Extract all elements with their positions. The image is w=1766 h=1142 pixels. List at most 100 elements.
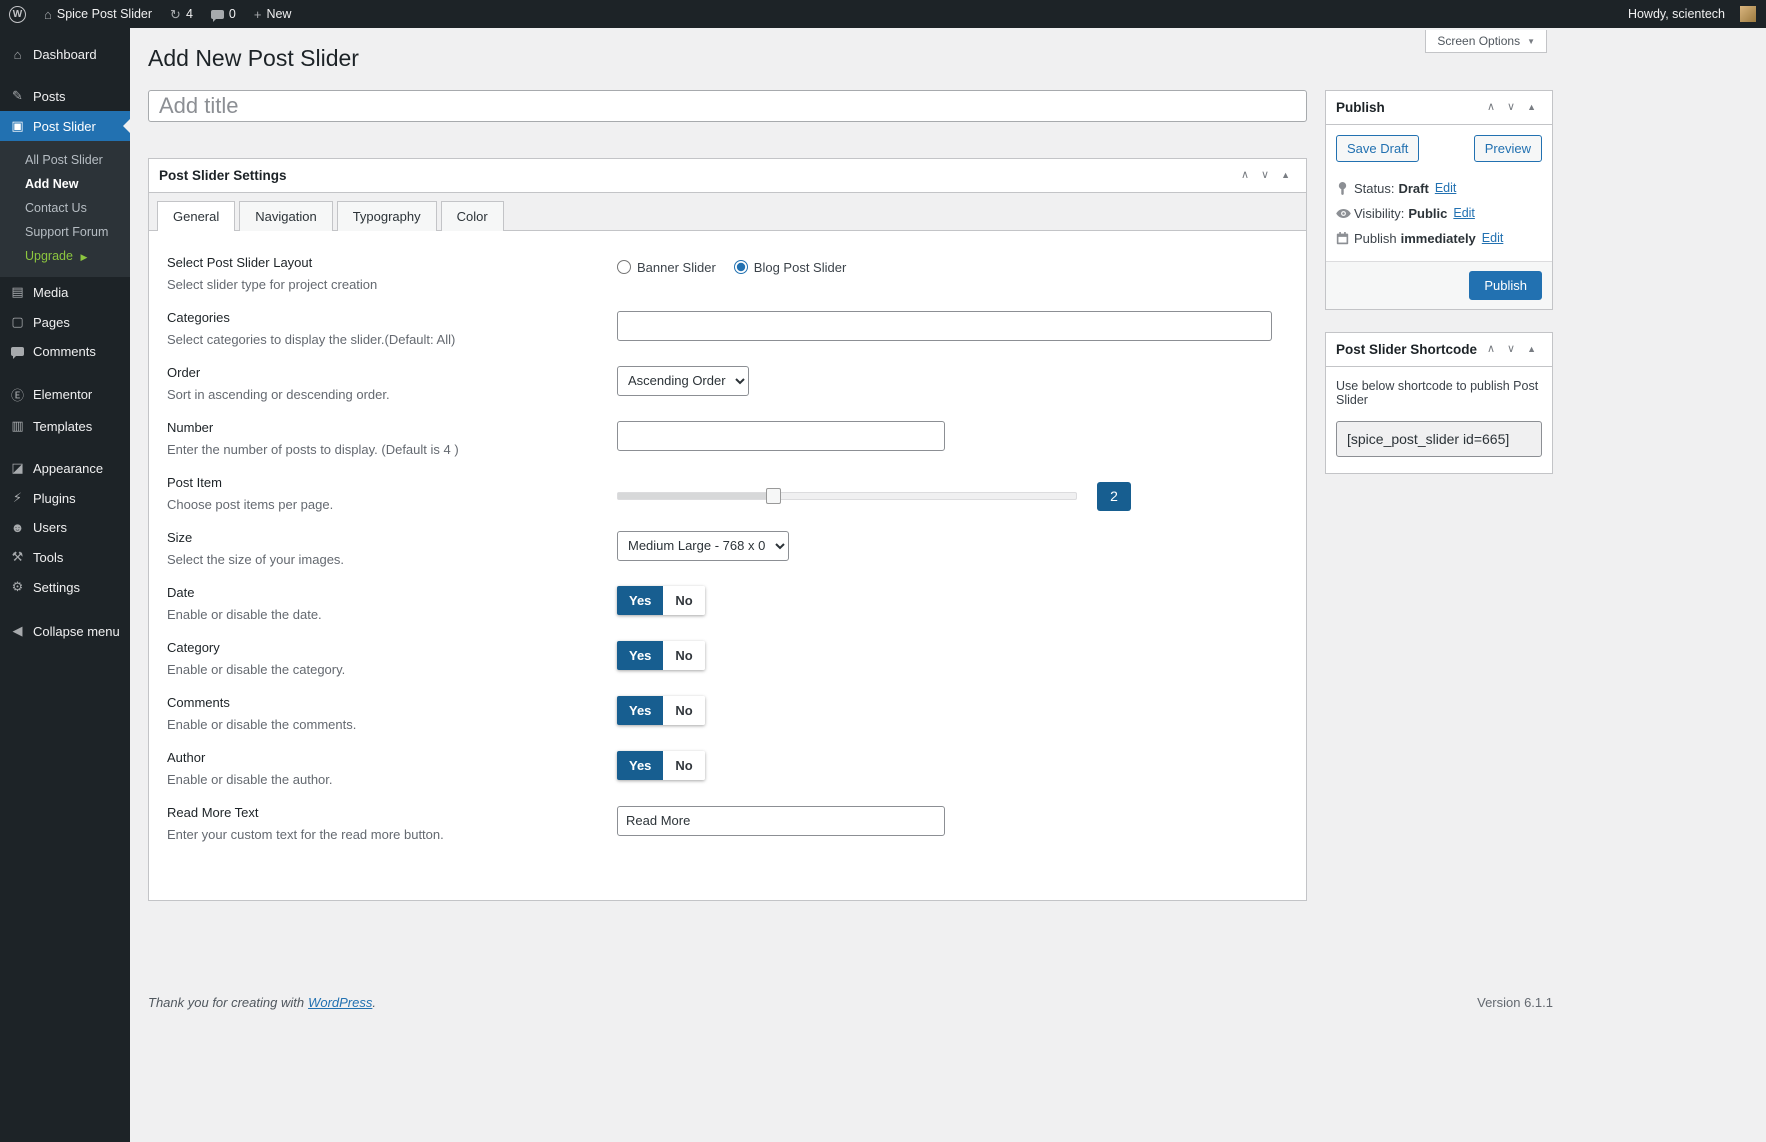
form-row-size: Size Select the size of your images. Med… [167,530,1288,567]
comments-menu[interactable]: 0 [202,0,245,28]
wordpress-logo-menu[interactable]: W [0,0,35,28]
sidebar-item-media[interactable]: ▤ Media [0,277,130,307]
date-yes-button[interactable]: Yes [617,586,663,615]
move-up-icon[interactable]: ∧ [1481,102,1501,113]
chevron-down-icon: ▼ [1527,37,1535,46]
sidebar-item-appearance[interactable]: ◪ Appearance [0,453,130,483]
banner-slider-radio[interactable]: Banner Slider [617,260,716,275]
post-item-description: Choose post items per page. [167,497,333,512]
wordpress-link[interactable]: WordPress [308,995,372,1010]
user-avatar[interactable] [1740,6,1756,22]
sidebar-item-comments[interactable]: Comments [0,337,130,366]
form-row-date: Date Enable or disable the date. Yes No [167,585,1288,622]
sidebar-item-post-slider[interactable]: ▣ Post Slider [0,111,130,141]
comments-no-button[interactable]: No [663,696,704,725]
screen-options-label: Screen Options [1437,34,1520,48]
form-row-categories: Categories Select categories to display … [167,310,1288,347]
sidebar-item-templates[interactable]: ▥ Templates [0,411,130,441]
sidebar-label-settings: Settings [33,580,80,595]
sidebar-item-users[interactable]: ☻ Users [0,513,130,542]
preview-button[interactable]: Preview [1474,135,1542,162]
order-label: Order [167,365,593,380]
edit-status-link[interactable]: Edit [1435,181,1457,195]
comments-yes-button[interactable]: Yes [617,696,663,725]
categories-label: Categories [167,310,593,325]
author-no-button[interactable]: No [663,751,704,780]
shortcode-input[interactable] [1336,421,1542,457]
screen-options-button[interactable]: Screen Options ▼ [1425,30,1547,53]
categories-input[interactable] [617,311,1272,341]
sidebar-item-pages[interactable]: ▢ Pages [0,307,130,337]
new-label: New [266,7,291,21]
move-down-icon[interactable]: ∨ [1255,170,1275,181]
author-yes-button[interactable]: Yes [617,751,663,780]
date-toggle: Yes No [617,586,705,615]
shortcode-box: Post Slider Shortcode ∧ ∨ ▲ Use below sh… [1325,332,1553,474]
slider-track[interactable] [617,492,1077,500]
submenu-all-post-slider[interactable]: All Post Slider [0,148,130,172]
new-content-menu[interactable]: + New [245,0,301,28]
submenu-contact-us[interactable]: Contact Us [0,196,130,220]
blog-post-slider-radio[interactable]: Blog Post Slider [734,260,847,275]
sidebar-item-settings[interactable]: ⚙ Settings [0,572,130,602]
updates-menu[interactable]: ↻ 4 [161,0,202,28]
size-select[interactable]: Medium Large - 768 x 0 [617,531,789,561]
size-label: Size [167,530,593,545]
toggle-panel-icon[interactable]: ▲ [1521,345,1542,354]
sidebar-item-tools[interactable]: ⚒ Tools [0,542,130,572]
toggle-panel-icon[interactable]: ▲ [1521,103,1542,112]
post-item-label: Post Item [167,475,593,490]
move-up-icon[interactable]: ∧ [1235,170,1255,181]
layout-description: Select slider type for project creation [167,277,377,292]
site-name: Spice Post Slider [57,7,152,21]
sidebar-item-elementor[interactable]: Ⓔ Elementor [0,378,130,411]
status-row: Status: Draft Edit [1336,176,1542,201]
number-input[interactable] [617,421,945,451]
order-select[interactable]: Ascending Order [617,366,749,396]
sidebar-item-dashboard[interactable]: ⌂ Dashboard [0,40,130,69]
sidebar-item-plugins[interactable]: ⚡ Plugins [0,483,130,513]
edit-visibility-link[interactable]: Edit [1453,206,1475,220]
category-yes-button[interactable]: Yes [617,641,663,670]
banner-slider-radio-input[interactable] [617,260,631,274]
howdy-menu[interactable]: Howdy, scientech [1619,0,1734,28]
submenu-support-forum[interactable]: Support Forum [0,220,130,244]
site-name-menu[interactable]: ⌂ Spice Post Slider [35,0,161,28]
blog-post-slider-radio-input[interactable] [734,260,748,274]
home-icon: ⌂ [44,8,52,21]
submenu-add-new[interactable]: Add New [0,172,130,196]
submenu-upgrade[interactable]: Upgrade ▶ [0,244,130,268]
upgrade-label: Upgrade [25,249,73,263]
sidebar-label-comments: Comments [33,344,96,359]
shortcode-instruction: Use below shortcode to publish Post Slid… [1336,379,1542,407]
move-up-icon[interactable]: ∧ [1481,344,1501,355]
slider-fill [618,493,774,499]
save-draft-button[interactable]: Save Draft [1336,135,1419,162]
collapse-icon: ◀ [9,623,26,639]
schedule-label: Publish [1354,231,1397,246]
dashboard-icon: ⌂ [9,47,26,62]
footer-version: Version 6.1.1 [1477,995,1553,1010]
form-row-comments: Comments Enable or disable the comments.… [167,695,1288,732]
sidebar-label-elementor: Elementor [33,387,92,402]
collapse-menu-button[interactable]: ◀ Collapse menu [0,616,130,646]
date-no-button[interactable]: No [663,586,704,615]
toggle-panel-icon[interactable]: ▲ [1275,171,1296,180]
sidebar-item-posts[interactable]: ✎ Posts [0,81,130,111]
move-down-icon[interactable]: ∨ [1501,102,1521,113]
visibility-row: Visibility: Public Edit [1336,201,1542,226]
tab-color[interactable]: Color [441,201,504,231]
tab-navigation[interactable]: Navigation [239,201,332,231]
move-down-icon[interactable]: ∨ [1501,344,1521,355]
post-title-input[interactable] [148,90,1307,122]
slider-handle[interactable] [766,488,781,504]
post-item-slider: 2 [617,476,1288,511]
edit-schedule-link[interactable]: Edit [1482,231,1504,245]
read-more-label: Read More Text [167,805,593,820]
tab-typography[interactable]: Typography [337,201,437,231]
read-more-input[interactable] [617,806,945,836]
tab-general[interactable]: General [157,201,235,231]
publish-button[interactable]: Publish [1469,271,1542,300]
form-row-layout: Select Post Slider Layout Select slider … [167,255,1288,292]
category-no-button[interactable]: No [663,641,704,670]
